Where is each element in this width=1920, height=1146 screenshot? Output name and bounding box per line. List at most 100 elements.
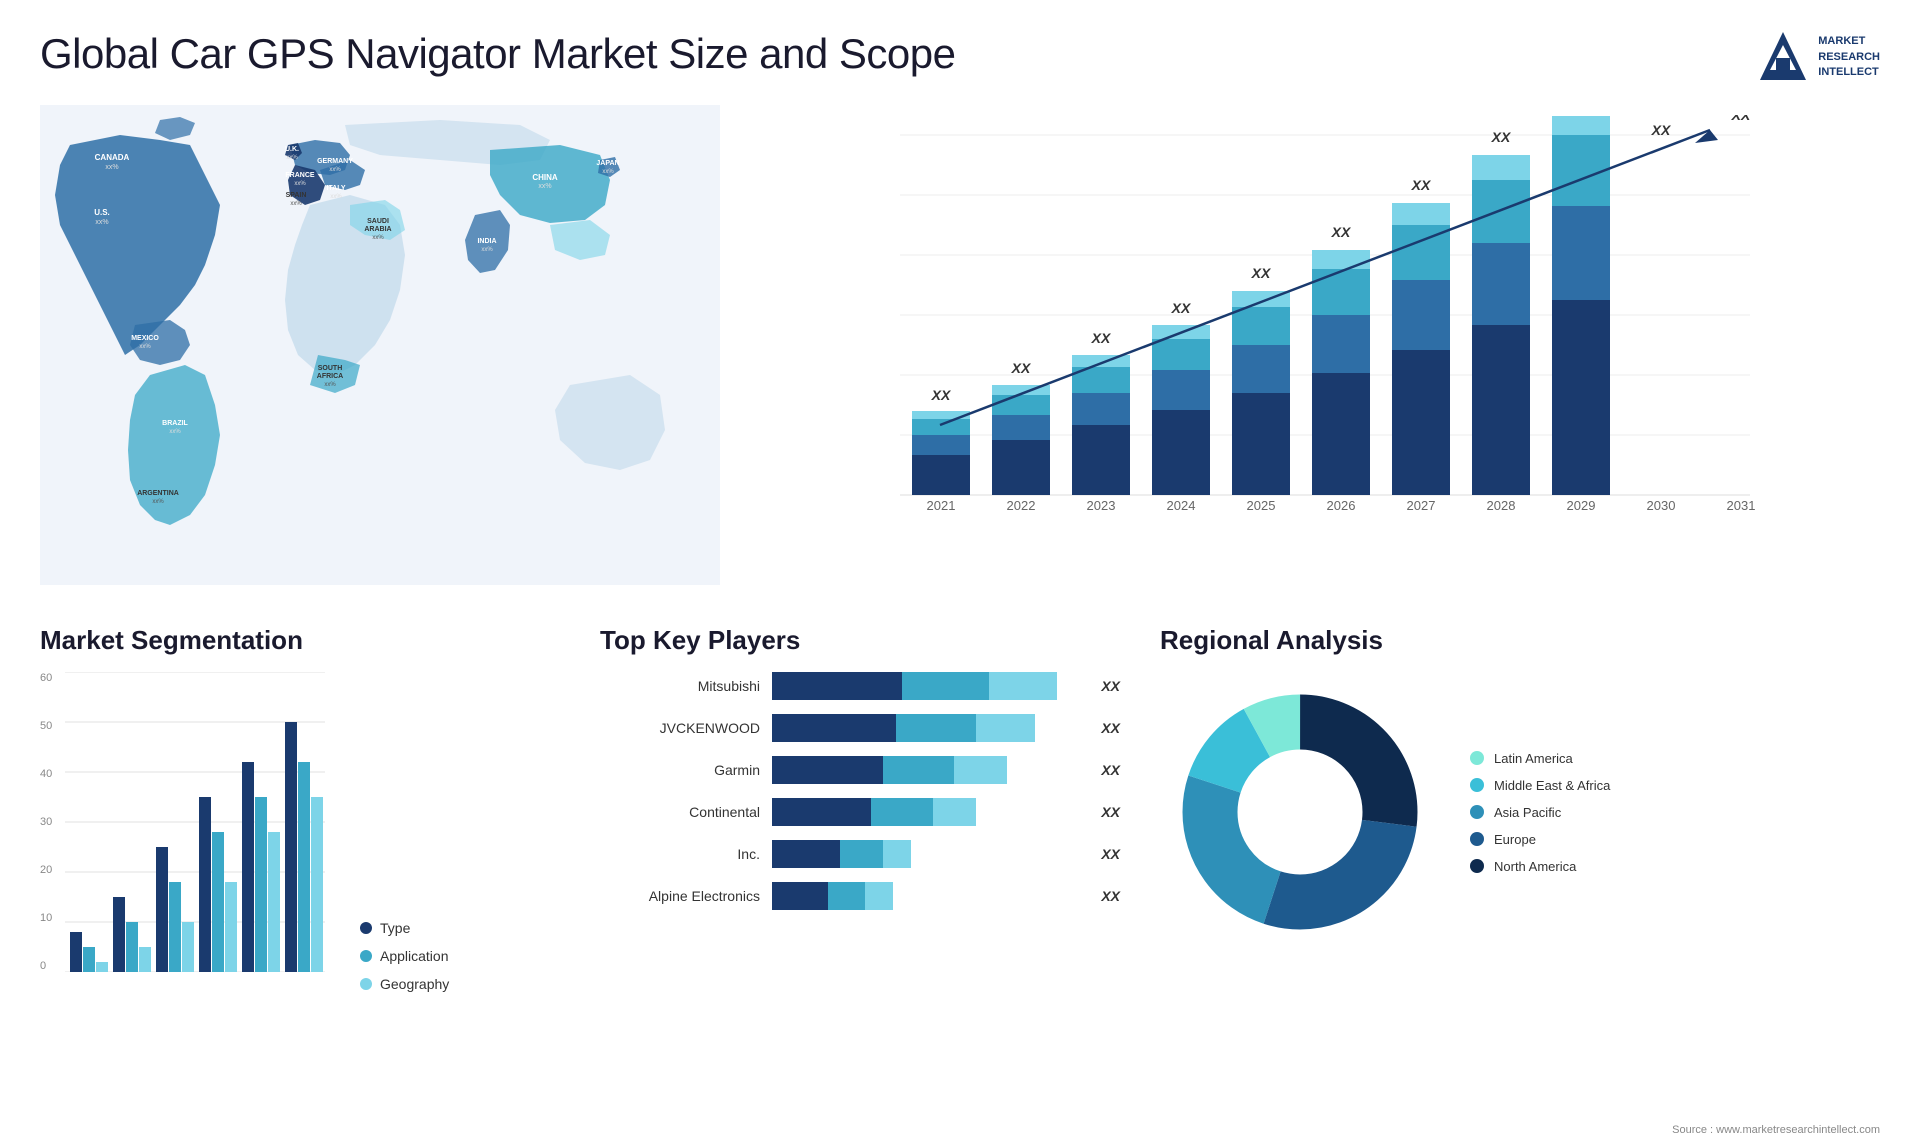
svg-text:U.K.: U.K. [285,146,299,153]
logo-icon [1758,30,1808,85]
svg-text:SAUDI: SAUDI [367,218,389,225]
svg-text:xx%: xx% [290,201,302,207]
svg-text:SPAIN: SPAIN [286,192,307,199]
svg-text:AFRICA: AFRICA [317,373,343,380]
svg-text:xx%: xx% [324,382,336,388]
svg-text:xx%: xx% [602,169,614,175]
svg-text:2025: 2025 [1247,498,1276,513]
north-america-label: North America [1494,859,1576,874]
svg-text:xx%: xx% [169,429,181,435]
type-dot [360,922,372,934]
player-name-jvckenwood: JVCKENWOOD [600,720,760,736]
svg-text:ITALY: ITALY [326,185,345,192]
svg-text:2021: 2021 [927,498,956,513]
bottom-section: Market Segmentation 60 50 40 30 20 10 0 [0,605,1920,1125]
svg-text:xx%: xx% [286,155,298,161]
player-row-jvckenwood: JVCKENWOOD XX [600,714,1120,742]
player-row-garmin: Garmin XX [600,756,1120,784]
svg-text:CANADA: CANADA [95,153,130,162]
player-bar-continental [772,798,1081,826]
segmentation-legend: Type Application Geography [360,910,449,992]
svg-text:XX: XX [1091,330,1112,346]
europe-dot [1470,832,1484,846]
svg-text:XX: XX [1011,360,1032,376]
geography-dot [360,978,372,990]
svg-text:XX: XX [1491,129,1512,145]
player-xx-continental: XX [1101,804,1120,820]
legend-type-label: Type [380,920,410,936]
svg-text:xx%: xx% [152,499,164,505]
svg-text:2026: 2026 [1327,498,1356,513]
player-xx-mitsubishi: XX [1101,678,1120,694]
svg-text:ARABIA: ARABIA [364,226,391,233]
regional-legend: Latin America Middle East & Africa Asia … [1470,751,1610,874]
north-america-dot [1470,859,1484,873]
svg-text:CHINA: CHINA [532,173,558,182]
legend-north-america: North America [1470,859,1610,874]
svg-text:INDIA: INDIA [477,238,496,245]
svg-text:XX: XX [1731,115,1752,123]
segmentation-title: Market Segmentation [40,625,560,656]
middle-east-dot [1470,778,1484,792]
svg-text:xx%: xx% [481,247,493,253]
player-name-inc: Inc. [600,846,760,862]
legend-application: Application [360,948,449,964]
player-xx-jvckenwood: XX [1101,720,1120,736]
player-row-alpine: Alpine Electronics XX [600,882,1120,910]
segmentation-bar-chart: 60 50 40 30 20 10 0 [40,672,340,992]
svg-text:2030: 2030 [1647,498,1676,513]
svg-text:XX: XX [931,387,952,403]
svg-text:2022: 2022 [1007,498,1036,513]
source-text: Source : www.marketresearchintellect.com [1672,1124,1880,1136]
middle-east-label: Middle East & Africa [1494,778,1610,793]
application-dot [360,950,372,962]
legend-asia-pacific: Asia Pacific [1470,805,1610,820]
player-name-garmin: Garmin [600,762,760,778]
svg-text:2031: 2031 [1727,498,1756,513]
player-bar-inc [772,840,1081,868]
forecast-chart-svg: XX 2021 XX 2022 XX 2023 XX 2024 [780,115,1860,545]
player-bar-jvckenwood [772,714,1081,742]
legend-geography-label: Geography [380,976,449,992]
legend-type: Type [360,920,449,936]
svg-text:2023: 2023 [1087,498,1116,513]
svg-text:xx%: xx% [372,235,384,241]
svg-text:2029: 2029 [1567,498,1596,513]
regional-title: Regional Analysis [1160,625,1880,656]
svg-text:xx%: xx% [294,181,306,187]
svg-text:JAPAN: JAPAN [596,160,619,167]
world-map-svg: CANADA xx% U.S. xx% MEXICO xx% BRAZIL xx… [40,105,720,585]
svg-text:MEXICO: MEXICO [131,335,159,342]
svg-text:SOUTH: SOUTH [318,365,343,372]
svg-text:xx%: xx% [330,194,342,200]
player-bar-garmin [772,756,1081,784]
player-row-mitsubishi: Mitsubishi XX [600,672,1120,700]
svg-text:XX: XX [1651,122,1672,138]
player-row-inc: Inc. XX [600,840,1120,868]
svg-text:XX: XX [1171,300,1192,316]
asia-pacific-dot [1470,805,1484,819]
asia-pacific-label: Asia Pacific [1494,805,1561,820]
players-section: Top Key Players Mitsubishi XX JVCKENWOOD [600,625,1120,1125]
legend-europe: Europe [1470,832,1610,847]
latin-america-label: Latin America [1494,751,1573,766]
player-xx-alpine: XX [1101,888,1120,904]
svg-text:xx%: xx% [329,167,341,173]
header: Global Car GPS Navigator Market Size and… [0,0,1920,105]
regional-section: Regional Analysis [1160,625,1880,1125]
svg-text:ARGENTINA: ARGENTINA [137,490,179,497]
regional-donut-area: Latin America Middle East & Africa Asia … [1160,672,1880,952]
donut-chart-svg [1160,672,1440,952]
player-bar-alpine [772,882,1081,910]
logo-text: MARKET RESEARCH INTELLECT [1818,34,1880,80]
legend-application-label: Application [380,948,449,964]
page-title: Global Car GPS Navigator Market Size and… [40,30,955,78]
legend-middle-east: Middle East & Africa [1470,778,1610,793]
svg-text:xx%: xx% [105,164,118,171]
svg-text:XX: XX [1331,224,1352,240]
growth-bar-chart: XX 2021 XX 2022 XX 2023 XX 2024 [760,105,1880,595]
seg-yaxis: 60 50 40 30 20 10 0 [40,672,52,992]
latin-america-dot [1470,751,1484,765]
players-title: Top Key Players [600,625,1120,656]
player-row-continental: Continental XX [600,798,1120,826]
